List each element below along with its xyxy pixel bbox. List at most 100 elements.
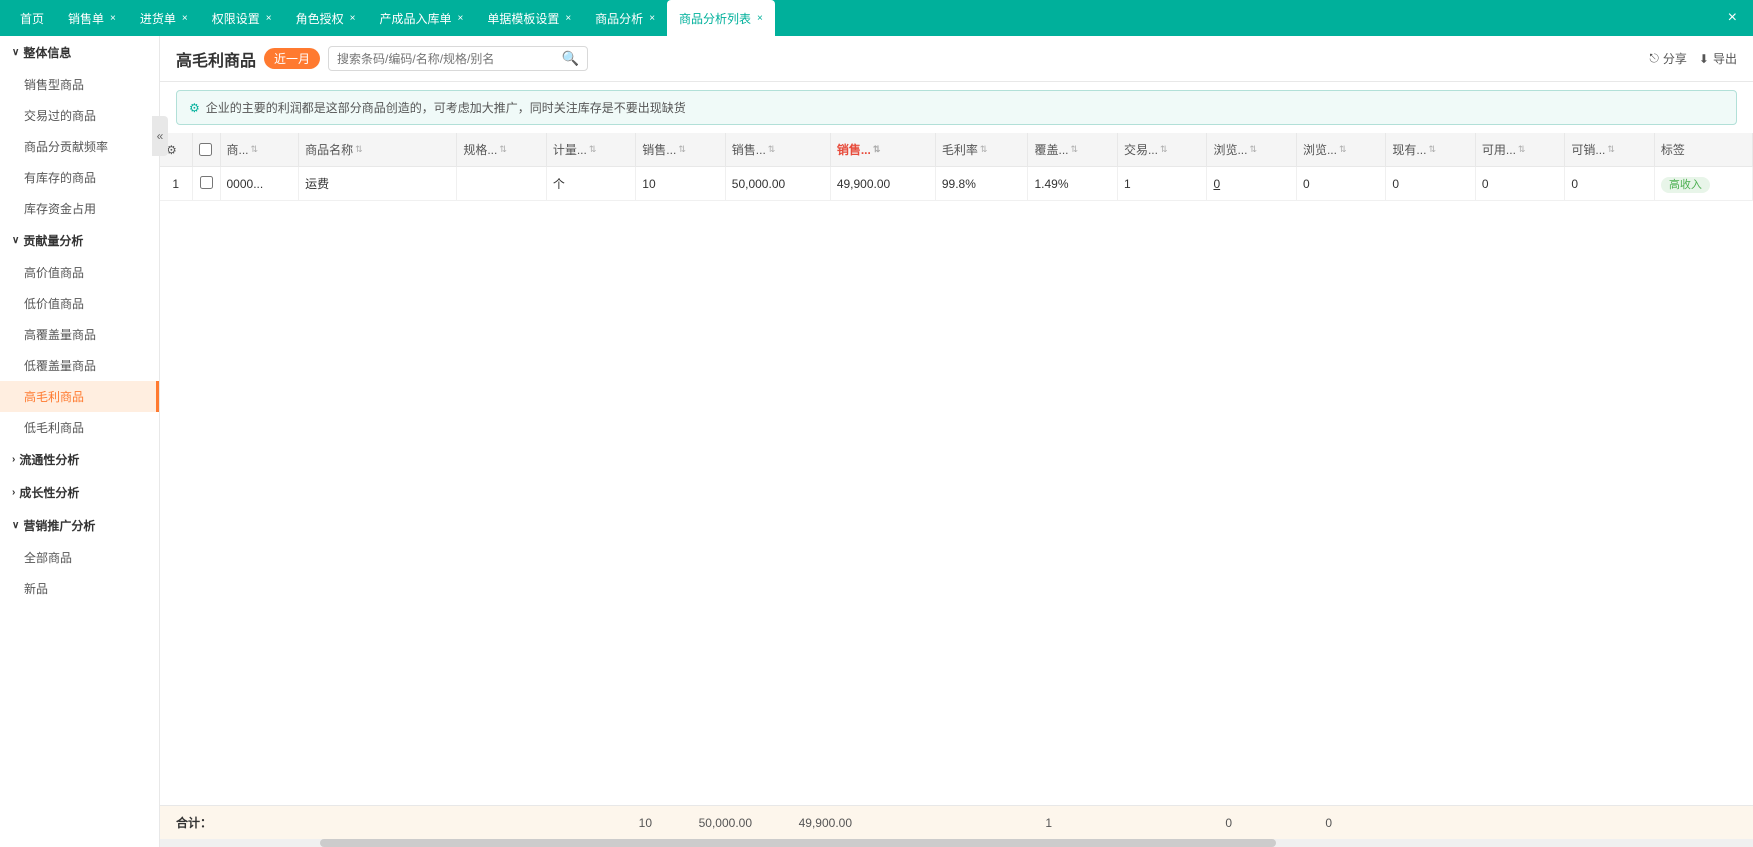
export-button[interactable]: ⬇ 导出 [1699, 50, 1737, 67]
sidebar-item-high-coverage[interactable]: 高覆盖量商品 [0, 319, 159, 350]
select-all-checkbox[interactable] [199, 143, 212, 156]
cell-unit: 个 [546, 167, 635, 201]
close-icon[interactable]: × [757, 13, 763, 24]
search-box: 🔍 [328, 46, 588, 71]
sidebar-section-marketing[interactable]: ∨ 营销推广分析 [0, 509, 159, 542]
sidebar-item-high-value[interactable]: 高价值商品 [0, 257, 159, 288]
th-sales-amount[interactable]: 销售... ⇅ [725, 133, 830, 167]
row-checkbox[interactable] [200, 176, 213, 189]
th-gross-margin[interactable]: 毛利率 ⇅ [935, 133, 1028, 167]
chevron-right-icon: › [12, 454, 15, 465]
sidebar-section-overall[interactable]: ∨ 整体信息 [0, 36, 159, 69]
top-nav: 首页 销售单 × 进货单 × 权限设置 × 角色授权 × 产成品入库单 × 单据… [0, 0, 1753, 36]
table-container[interactable]: ⚙ 商... ⇅ 商品名称 [160, 133, 1753, 805]
table-row: 1 0000... 运费 [160, 167, 1753, 201]
cell-transaction: 1 [1117, 167, 1206, 201]
nav-tab-analysis-list[interactable]: 商品分析列表 × [667, 0, 775, 36]
sort-icon: ⇅ [1160, 144, 1168, 155]
sort-icon: ⇅ [1249, 144, 1257, 155]
sidebar-item-all-goods[interactable]: 全部商品 [0, 542, 159, 573]
sidebar-item-new-goods[interactable]: 新品 [0, 573, 159, 604]
sort-icon: ⇅ [1428, 144, 1436, 155]
th-coverage[interactable]: 覆盖... ⇅ [1028, 133, 1117, 167]
nav-tab-roles[interactable]: 角色授权 × [284, 0, 368, 36]
th-code[interactable]: 商... ⇅ [220, 133, 299, 167]
cell-sales-cost: 49,900.00 [830, 167, 935, 201]
sidebar-section-liquidity[interactable]: › 流通性分析 [0, 443, 159, 476]
nav-tab-permissions[interactable]: 权限设置 × [200, 0, 284, 36]
sort-icon: ⇅ [1071, 144, 1079, 155]
main-layout: ∨ 整体信息 销售型商品 交易过的商品 商品分贡献频率 有库存的商品 库存资金占… [0, 36, 1753, 847]
nav-tab-inbound[interactable]: 产成品入库单 × [367, 0, 475, 36]
footer-transaction: 1 [972, 816, 1052, 830]
search-input[interactable] [337, 52, 562, 66]
nav-tab-template[interactable]: 单据模板设置 × [475, 0, 583, 36]
sidebar-item-low-value[interactable]: 低价值商品 [0, 288, 159, 319]
sort-icon: ⇅ [1339, 144, 1347, 155]
th-spec[interactable]: 规格... ⇅ [457, 133, 546, 167]
cell-name: 运费 [299, 167, 457, 201]
close-icon[interactable]: × [350, 13, 356, 24]
cell-sellable: 0 [1565, 167, 1654, 201]
sidebar-item-stock-capital[interactable]: 库存资金占用 [0, 193, 159, 224]
close-icon[interactable]: × [110, 13, 116, 24]
close-icon[interactable]: × [649, 13, 655, 24]
sort-icon: ⇅ [678, 144, 686, 155]
sidebar-section-contribution-items: 高价值商品 低价值商品 高覆盖量商品 低覆盖量商品 高毛利商品 低毛利商品 [0, 257, 159, 443]
share-button[interactable]: ⎋ 分享 [1649, 50, 1687, 67]
sidebar-collapse-button[interactable]: « [152, 116, 168, 156]
sidebar: ∨ 整体信息 销售型商品 交易过的商品 商品分贡献频率 有库存的商品 库存资金占… [0, 36, 160, 847]
th-sales-qty[interactable]: 销售... ⇅ [636, 133, 725, 167]
footer-available: 0 [1252, 816, 1332, 830]
th-tag[interactable]: 标签 [1654, 133, 1752, 167]
cell-tag: 高收入 [1654, 167, 1752, 201]
th-view2[interactable]: 浏览... ⇅ [1296, 133, 1385, 167]
search-icon[interactable]: 🔍 [562, 50, 579, 67]
th-transaction[interactable]: 交易... ⇅ [1117, 133, 1206, 167]
footer-sales-amount: 50,000.00 [672, 816, 752, 830]
th-available[interactable]: 可用... ⇅ [1475, 133, 1564, 167]
scrollbar-thumb[interactable] [320, 839, 1276, 847]
time-filter-button[interactable]: 近一月 [264, 48, 320, 69]
close-icon[interactable]: × [182, 13, 188, 24]
th-unit[interactable]: 计量... ⇅ [546, 133, 635, 167]
th-sellable[interactable]: 可销... ⇅ [1565, 133, 1654, 167]
th-current-stock[interactable]: 现有... ⇅ [1386, 133, 1475, 167]
th-name[interactable]: 商品名称 ⇅ [299, 133, 457, 167]
nav-tab-sales[interactable]: 销售单 × [56, 0, 128, 36]
sidebar-item-in-stock[interactable]: 有库存的商品 [0, 162, 159, 193]
sidebar-item-high-margin[interactable]: 高毛利商品 [0, 381, 159, 412]
export-icon: ⬇ [1699, 52, 1709, 66]
footer-sales-qty: 10 [572, 816, 652, 830]
sidebar-section-growth[interactable]: › 成长性分析 [0, 476, 159, 509]
sort-icon: ⇅ [1518, 144, 1526, 155]
sidebar-item-low-coverage[interactable]: 低覆盖量商品 [0, 350, 159, 381]
sort-icon: ⇅ [768, 144, 776, 155]
sidebar-item-low-margin[interactable]: 低毛利商品 [0, 412, 159, 443]
sidebar-item-contribution-rate[interactable]: 商品分贡献频率 [0, 131, 159, 162]
close-icon[interactable]: × [457, 13, 463, 24]
close-all-button[interactable]: × [1720, 9, 1745, 27]
cell-index: 1 [160, 167, 192, 201]
cell-available: 0 [1475, 167, 1564, 201]
sort-icon: ⇅ [355, 144, 363, 155]
th-checkbox[interactable] [192, 133, 220, 167]
th-sales-cost[interactable]: 销售... ⇅ [830, 133, 935, 167]
sidebar-section-contribution[interactable]: ∨ 贡献量分析 [0, 224, 159, 257]
footer-current-stock: 0 [1152, 816, 1232, 830]
sidebar-item-traded-goods[interactable]: 交易过的商品 [0, 100, 159, 131]
horizontal-scrollbar[interactable] [160, 839, 1753, 847]
nav-tab-analysis[interactable]: 商品分析 × [583, 0, 667, 36]
table-header-row: ⚙ 商... ⇅ 商品名称 [160, 133, 1753, 167]
chevron-down-icon: ∨ [12, 520, 19, 531]
chevron-down-icon: ∨ [12, 47, 19, 58]
sidebar-item-sales-goods[interactable]: 销售型商品 [0, 69, 159, 100]
close-icon[interactable]: × [565, 13, 571, 24]
th-view1[interactable]: 浏览... ⇅ [1207, 133, 1296, 167]
nav-tab-home[interactable]: 首页 [8, 0, 56, 36]
close-icon[interactable]: × [266, 13, 272, 24]
cell-view1[interactable]: 0 [1207, 167, 1296, 201]
nav-tab-purchase[interactable]: 进货单 × [128, 0, 200, 36]
sort-icon: ⇅ [873, 144, 881, 155]
cell-checkbox[interactable] [192, 167, 220, 201]
